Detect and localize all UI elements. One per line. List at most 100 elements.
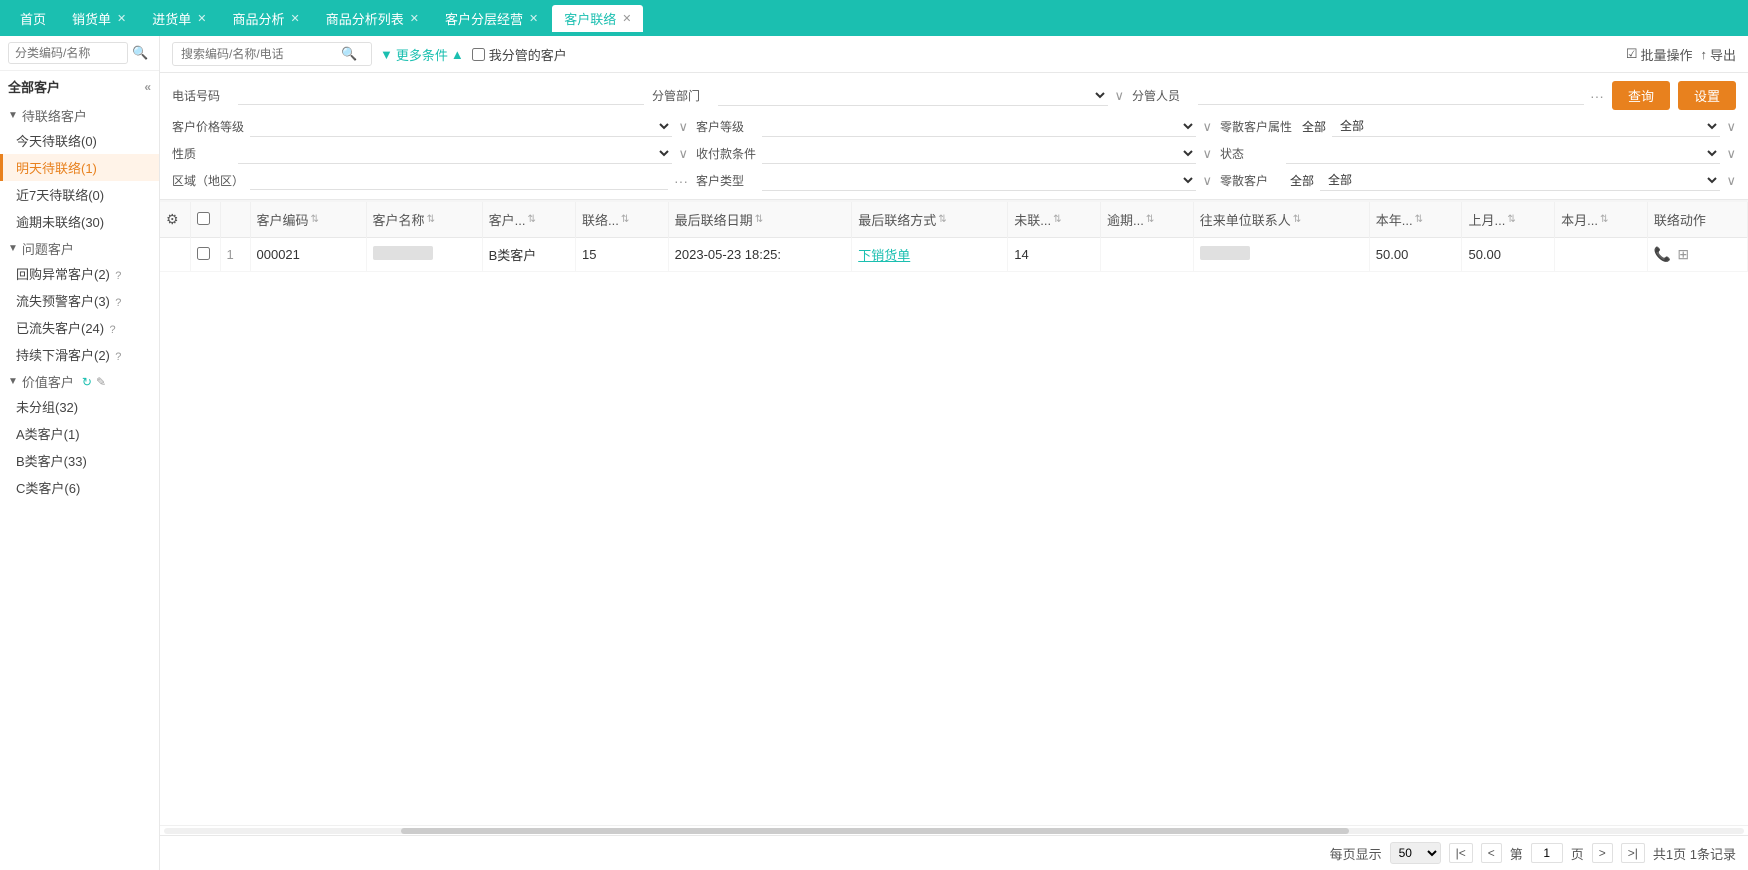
next-page-btn[interactable]: > [1592, 843, 1613, 863]
nav-customer-tiering[interactable]: 客户分层经营 ✕ [433, 5, 550, 32]
manager-dots-icon[interactable]: ··· [1590, 88, 1604, 104]
more-conditions-btn[interactable]: ▼ 更多条件 ▲ [380, 45, 464, 64]
phone-input[interactable] [238, 86, 644, 105]
settings-icon[interactable]: ⚙ [166, 211, 179, 227]
col-last-month: 上月... ⇅ [1462, 202, 1555, 238]
sort-icon-type[interactable]: ⇅ [527, 214, 535, 225]
select-all-checkbox[interactable] [197, 212, 210, 225]
row-num: 1 [220, 238, 250, 272]
scrollbar-thumb[interactable] [401, 828, 1349, 834]
sidebar: 🔍 全部客户 « ▼ 待联络客户 今天待联络(0) 明天待联络(1) 近7天待联… [0, 36, 160, 870]
export-btn[interactable]: ↑ 导出 [1700, 45, 1736, 64]
sidebar-item-overdue-contact[interactable]: 逾期未联络(30) [0, 208, 159, 235]
region-dots-icon[interactable]: ··· [674, 173, 688, 189]
more-action-icon[interactable]: ⊞ [1677, 246, 1689, 263]
row-overdue [1100, 238, 1193, 272]
per-page-label: 每页显示 [1330, 844, 1382, 863]
sidebar-group-value-customers[interactable]: ▼ 价值客户 ↻ ✎ [0, 368, 159, 393]
price-level-select[interactable] [250, 116, 672, 137]
close-product-analysis-list-icon[interactable]: ✕ [410, 12, 419, 25]
sidebar-group-pending-contact[interactable]: ▼ 待联络客户 [0, 102, 159, 127]
row-select-checkbox[interactable] [197, 247, 210, 260]
filter-row-4: 区域（地区） ··· 客户类型 ∨ 零散客户 全部 全部 [172, 170, 1736, 191]
sort-icon[interactable]: ⇅ [311, 214, 319, 225]
batch-operation-btn[interactable]: ☑ 批量操作 [1626, 45, 1693, 64]
sidebar-item-class-a[interactable]: A类客户(1) [0, 420, 159, 447]
collapse-icon: « [144, 80, 151, 94]
sort-icon-this-month[interactable]: ⇅ [1600, 214, 1608, 225]
sidebar-item-7days-contact[interactable]: 近7天待联络(0) [0, 181, 159, 208]
scatter-attr-select[interactable]: 全部 [1332, 116, 1720, 137]
customer-type-select[interactable] [762, 170, 1196, 191]
col-no-contact: 未联... ⇅ [1008, 202, 1101, 238]
sort-icon-contact[interactable]: ⇅ [621, 214, 629, 225]
nav-product-analysis-list[interactable]: 商品分析列表 ✕ [314, 5, 431, 32]
sort-icon-overdue[interactable]: ⇅ [1146, 214, 1154, 225]
sidebar-item-today-contact[interactable]: 今天待联络(0) [0, 127, 159, 154]
nav-sales-order[interactable]: 销货单 ✕ [60, 5, 138, 32]
first-page-btn[interactable]: |< [1449, 843, 1473, 863]
nature-select[interactable] [238, 143, 672, 164]
name-blur [373, 246, 433, 260]
region-input[interactable] [250, 171, 668, 190]
sort-icon-date[interactable]: ⇅ [755, 214, 763, 225]
sidebar-item-class-c[interactable]: C类客户(6) [0, 474, 159, 501]
payment-terms-select[interactable] [762, 143, 1196, 164]
call-action-icon[interactable]: 📞 [1654, 246, 1671, 263]
col-contact: 联络... ⇅ [575, 202, 668, 238]
sort-icon-unit-contact[interactable]: ⇅ [1293, 214, 1301, 225]
sidebar-item-declining[interactable]: 持续下滑客户(2) ? [0, 341, 159, 368]
query-button[interactable]: 查询 [1612, 81, 1670, 110]
page-number-input[interactable] [1531, 843, 1563, 863]
sidebar-all-customers[interactable]: 全部客户 « [0, 71, 159, 102]
sidebar-item-tomorrow-contact[interactable]: 明天待联络(1) [0, 154, 159, 181]
dept-select[interactable] [718, 85, 1108, 106]
nav-customer-contact[interactable]: 客户联络 ✕ [552, 5, 643, 32]
sidebar-item-ungrouped[interactable]: 未分组(32) [0, 393, 159, 420]
search-icon[interactable]: 🔍 [341, 46, 357, 62]
sidebar-search-input[interactable] [8, 42, 128, 64]
nav-product-analysis[interactable]: 商品分析 ✕ [220, 5, 311, 32]
my-customers-checkbox[interactable] [472, 48, 485, 61]
filter-customer-type: 客户类型 ∨ [696, 170, 1212, 191]
per-page-select[interactable]: 50 10 20 100 [1390, 842, 1441, 864]
col-checkbox [190, 202, 220, 238]
sidebar-item-churned[interactable]: 已流失客户(24) ? [0, 314, 159, 341]
dept-label: 分管部门 [652, 87, 712, 104]
close-product-analysis-icon[interactable]: ✕ [291, 12, 300, 25]
sort-icon-this-year[interactable]: ⇅ [1415, 214, 1423, 225]
sort-icon-method[interactable]: ⇅ [938, 214, 946, 225]
sort-icon-no-contact[interactable]: ⇅ [1053, 214, 1061, 225]
close-purchase-order-icon[interactable]: ✕ [197, 12, 206, 25]
close-customer-tiering-icon[interactable]: ✕ [529, 12, 538, 25]
close-sales-order-icon[interactable]: ✕ [117, 12, 126, 25]
sort-icon-last-month[interactable]: ⇅ [1507, 214, 1515, 225]
sidebar-item-class-b[interactable]: B类客户(33) [0, 447, 159, 474]
nav-purchase-order[interactable]: 进货单 ✕ [140, 5, 218, 32]
nav-home[interactable]: 首页 [8, 5, 58, 32]
customer-type-label: 客户类型 [696, 172, 756, 189]
search-input[interactable] [181, 47, 341, 61]
contact-method-link[interactable]: 下销货单 [858, 248, 910, 263]
prev-page-btn[interactable]: < [1481, 843, 1502, 863]
customer-level-select[interactable] [762, 116, 1196, 137]
manager-input[interactable] [1198, 86, 1584, 105]
col-gear: ⚙ [160, 202, 190, 238]
scrollbar-track [164, 828, 1744, 834]
reset-button[interactable]: 设置 [1678, 81, 1736, 110]
triangle-icon-2: ▼ [8, 243, 18, 254]
chevron-up-icon: ▲ [451, 47, 464, 62]
sidebar-group-problem-customers[interactable]: ▼ 问题客户 [0, 235, 159, 260]
sidebar-item-churn-warning[interactable]: 流失预警客户(3) ? [0, 287, 159, 314]
close-customer-contact-icon[interactable]: ✕ [622, 12, 631, 25]
status-select[interactable] [1286, 143, 1720, 164]
last-page-btn[interactable]: >| [1621, 843, 1645, 863]
sidebar-search-icon[interactable]: 🔍 [132, 45, 148, 61]
sidebar-item-repurchase-abnormal[interactable]: 回购异常客户(2) ? [0, 260, 159, 287]
filter-nature: 性质 ∨ [172, 143, 688, 164]
my-customers-checkbox-area: 我分管的客户 [472, 45, 567, 64]
sort-icon-name[interactable]: ⇅ [427, 214, 435, 225]
scatter-customer-select[interactable]: 全部 [1320, 170, 1720, 191]
row-this-month [1555, 238, 1648, 272]
col-last-contact-date: 最后联络日期 ⇅ [668, 202, 852, 238]
